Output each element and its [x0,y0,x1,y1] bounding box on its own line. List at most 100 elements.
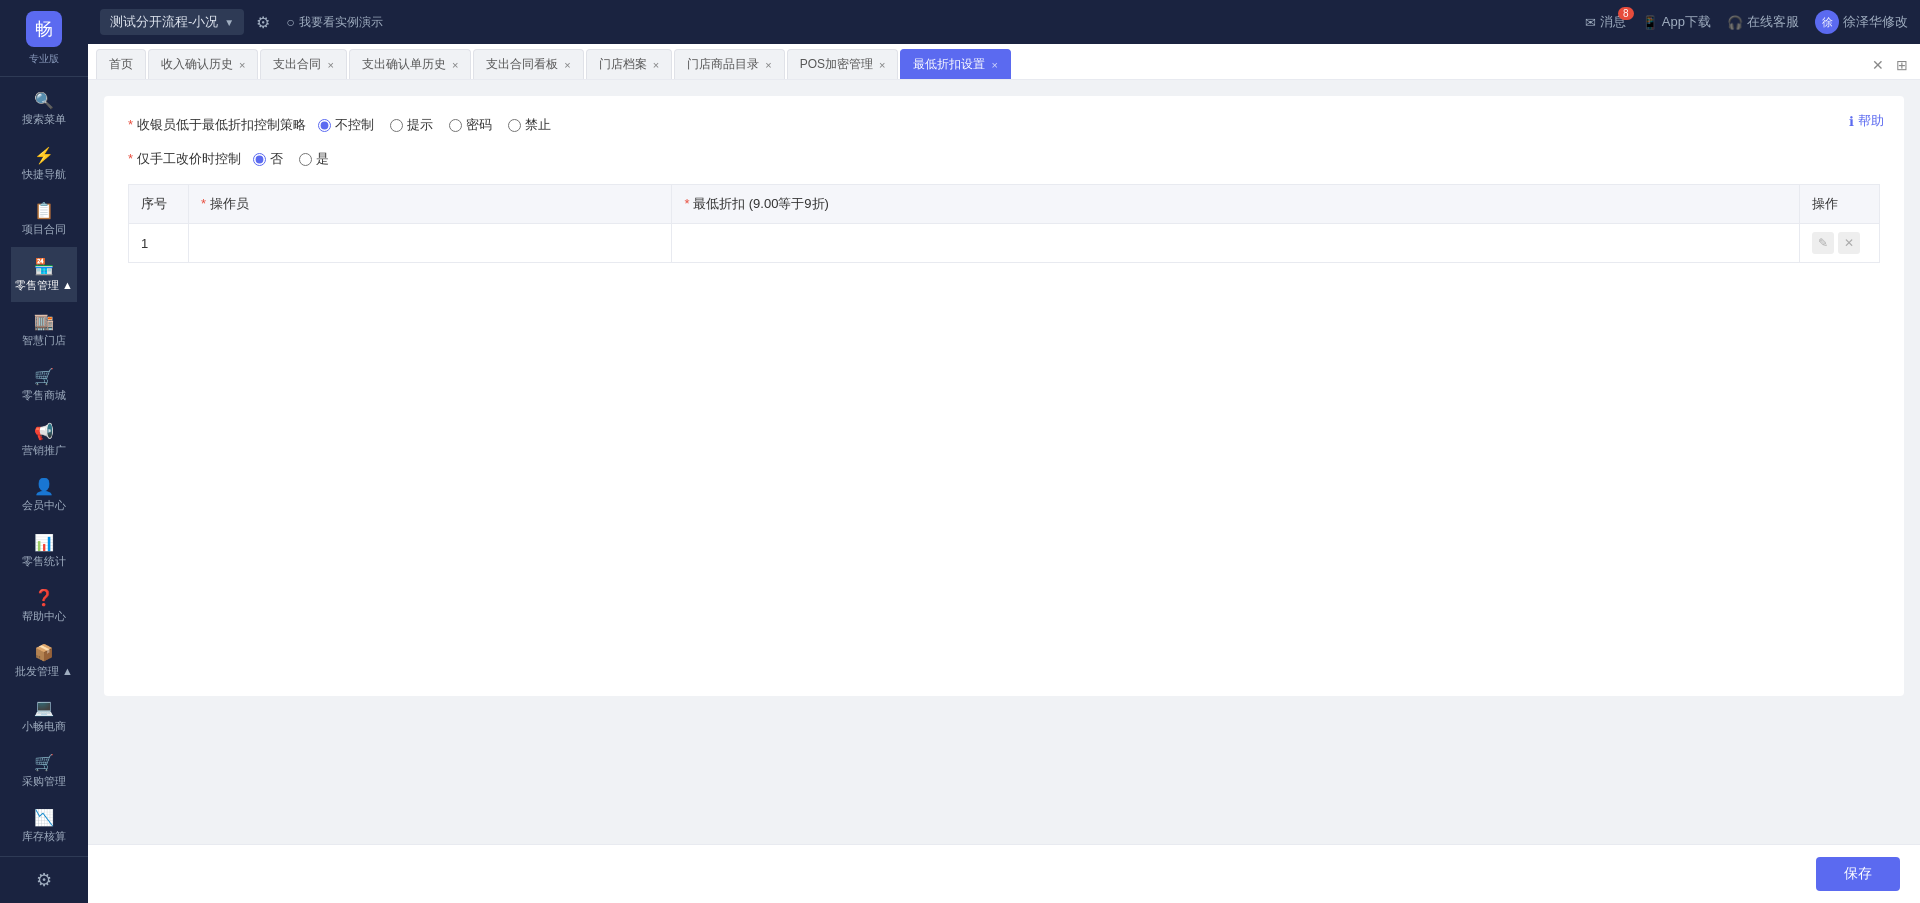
sidebar-item-批发管理[interactable]: 📦 批发管理 ▲ [11,633,77,688]
sidebar-item-帮助中心[interactable]: ❓ 帮助中心 [11,578,77,633]
online-service-label: 在线客服 [1747,13,1799,31]
sidebar-item-零售商城[interactable]: 🛒 零售商城 [11,357,77,412]
manual-option-yes[interactable]: 是 [299,150,329,168]
page-footer: 保存 [88,844,1920,903]
user-name: 徐泽华修改 [1843,13,1908,31]
sidebar-icon: 🛒 [34,367,54,386]
tab-close-icon[interactable]: × [879,59,885,71]
app-download-button[interactable]: 📱 App下载 [1642,13,1711,31]
tab-支出合同[interactable]: 支出合同× [260,49,346,79]
tab-close-icon[interactable]: × [765,59,771,71]
tab-close-icon[interactable]: × [452,59,458,71]
tab-最低折扣设置[interactable]: 最低折扣设置 × [900,49,1010,79]
sidebar-logo: 畅 专业版 [0,0,88,77]
save-button[interactable]: 保存 [1816,857,1900,891]
tab-close-icon[interactable]: × [564,59,570,71]
sidebar-item-搜索菜单[interactable]: 🔍 搜索菜单 [11,81,77,136]
tab-首页[interactable]: 首页 [96,49,146,79]
sidebar-item-零售统计[interactable]: 📊 零售统计 [11,523,77,578]
sidebar-icon: 📊 [34,533,54,552]
sidebar-icon: 📦 [34,643,54,662]
sidebar-item-营销推广[interactable]: 📢 营销推广 [11,412,77,467]
tab-门店商品目录[interactable]: 门店商品目录× [674,49,784,79]
sidebar-menu: 🔍 搜索菜单 ⚡ 快捷导航 📋 项目合同 🏪 零售管理 ▲ 🏬 智慧门店 🛒 零… [0,77,88,856]
message-button[interactable]: ✉ 消息 8 [1585,13,1626,31]
demo-icon: ○ [286,14,294,30]
sidebar-item-会员中心[interactable]: 👤 会员中心 [11,467,77,522]
tab-支出合同看板[interactable]: 支出合同看板 × [473,49,583,79]
tab-close-icon[interactable]: × [239,59,245,71]
tab-close-icon[interactable]: × [327,59,333,71]
sidebar-item-库存核算[interactable]: 📉 库存核算 [11,798,77,853]
manual-control-row: 仅手工改价时控制 否 是 [128,150,1880,168]
discount-option-password[interactable]: 密码 [449,116,492,134]
tab-close-icon[interactable]: × [991,59,997,71]
expand-tabs-button[interactable]: ⊞ [1892,55,1912,75]
delete-button[interactable]: ✕ [1838,232,1860,254]
sidebar-item-零售管理[interactable]: 🏪 零售管理 ▲ [11,247,77,302]
online-service-button[interactable]: 🎧 在线客服 [1727,13,1799,31]
tabs-bar: 首页收入确认历史×支出合同×支出确认单历史×支出合同看板×门店档案×门店商品目录… [88,44,1920,80]
action-buttons: ✎ ✕ [1812,232,1867,254]
tab-收入确认历史[interactable]: 收入确认历史 × [148,49,258,79]
edit-button[interactable]: ✎ [1812,232,1834,254]
tabs-controls: ✕ ⊞ [1868,55,1912,79]
tab-门店档案[interactable]: 门店档案 × [586,49,672,79]
sidebar-item-小畅电商[interactable]: 💻 小畅电商 [11,688,77,743]
sidebar-item-智慧门店[interactable]: 🏬 智慧门店 [11,302,77,357]
sidebar-icon: 🛒 [34,753,54,772]
project-name: 测试分开流程-小况 [110,13,218,31]
sidebar-item-快捷导航[interactable]: ⚡ 快捷导航 [11,136,77,191]
tab-label: 最低折扣设置 [913,56,985,73]
message-icon: ✉ [1585,15,1596,30]
chevron-down-icon: ▼ [224,17,234,28]
sidebar: 畅 专业版 🔍 搜索菜单 ⚡ 快捷导航 📋 项目合同 🏪 零售管理 ▲ 🏬 智慧… [0,0,88,903]
discount-option-tip[interactable]: 提示 [390,116,433,134]
cell-min-discount [672,224,1800,263]
tab-支出确认单历史[interactable]: 支出确认单历史× [349,49,471,79]
col-seq: 序号 [129,185,189,224]
project-selector[interactable]: 测试分开流程-小况 ▼ [100,9,244,35]
discount-option-password-label: 密码 [466,116,492,134]
headset-icon: 🎧 [1727,15,1743,30]
user-menu[interactable]: 徐 徐泽华修改 [1815,10,1908,34]
cell-seq: 1 [129,224,189,263]
sidebar-label: 库存核算 [22,830,66,843]
manual-option-no[interactable]: 否 [253,150,283,168]
sidebar-label: 会员中心 [22,499,66,512]
demo-link[interactable]: ○ 我要看实例演示 [286,14,382,31]
topbar: 测试分开流程-小况 ▼ ⚙ ○ 我要看实例演示 ✉ 消息 8 📱 App下载 🎧… [88,0,1920,44]
col-operator: 操作员 [189,185,672,224]
demo-text: 我要看实例演示 [299,14,383,31]
topbar-settings-icon[interactable]: ⚙ [252,9,274,36]
tab-label: 门店档案 [599,56,647,73]
content-area: ℹ 帮助 收银员低于最低折扣控制策略 不控制 提示 [88,80,1920,903]
tab-POS加密管理[interactable]: POS加密管理× [787,49,899,79]
sidebar-item-项目合同[interactable]: 📋 项目合同 [11,191,77,246]
discount-option-no-control-label: 不控制 [335,116,374,134]
message-badge: 8 [1618,7,1634,20]
manual-control-label: 仅手工改价时控制 [128,150,241,168]
help-button[interactable]: ℹ 帮助 [1849,112,1884,130]
discount-option-no-control[interactable]: 不控制 [318,116,374,134]
col-actions: 操作 [1800,185,1880,224]
topbar-right: ✉ 消息 8 📱 App下载 🎧 在线客服 徐 徐泽华修改 [1585,10,1908,34]
sidebar-icon: ⚡ [34,146,54,165]
tab-label: 支出合同看板 [486,56,558,73]
manual-option-yes-label: 是 [316,150,329,168]
close-tab-button[interactable]: ✕ [1868,55,1888,75]
cell-actions: ✎ ✕ [1800,224,1880,263]
discount-option-forbidden[interactable]: 禁止 [508,116,551,134]
page-card: ℹ 帮助 收银员低于最低折扣控制策略 不控制 提示 [104,96,1904,696]
sidebar-label: 搜索菜单 [22,113,66,126]
cell-operator [189,224,672,263]
main-area: 测试分开流程-小况 ▼ ⚙ ○ 我要看实例演示 ✉ 消息 8 📱 App下载 🎧… [88,0,1920,903]
table-header-row: 序号 操作员 最低折扣 (9.00等于9折) 操作 [129,185,1880,224]
settings-icon[interactable]: ⚙ [36,869,52,891]
tab-close-icon[interactable]: × [653,59,659,71]
tab-label: 收入确认历史 [161,56,233,73]
sidebar-item-采购管理[interactable]: 🛒 采购管理 [11,743,77,798]
sidebar-label: 零售商城 [22,389,66,402]
sidebar-label: 智慧门店 [22,334,66,347]
app-download-label: App下载 [1662,13,1711,31]
